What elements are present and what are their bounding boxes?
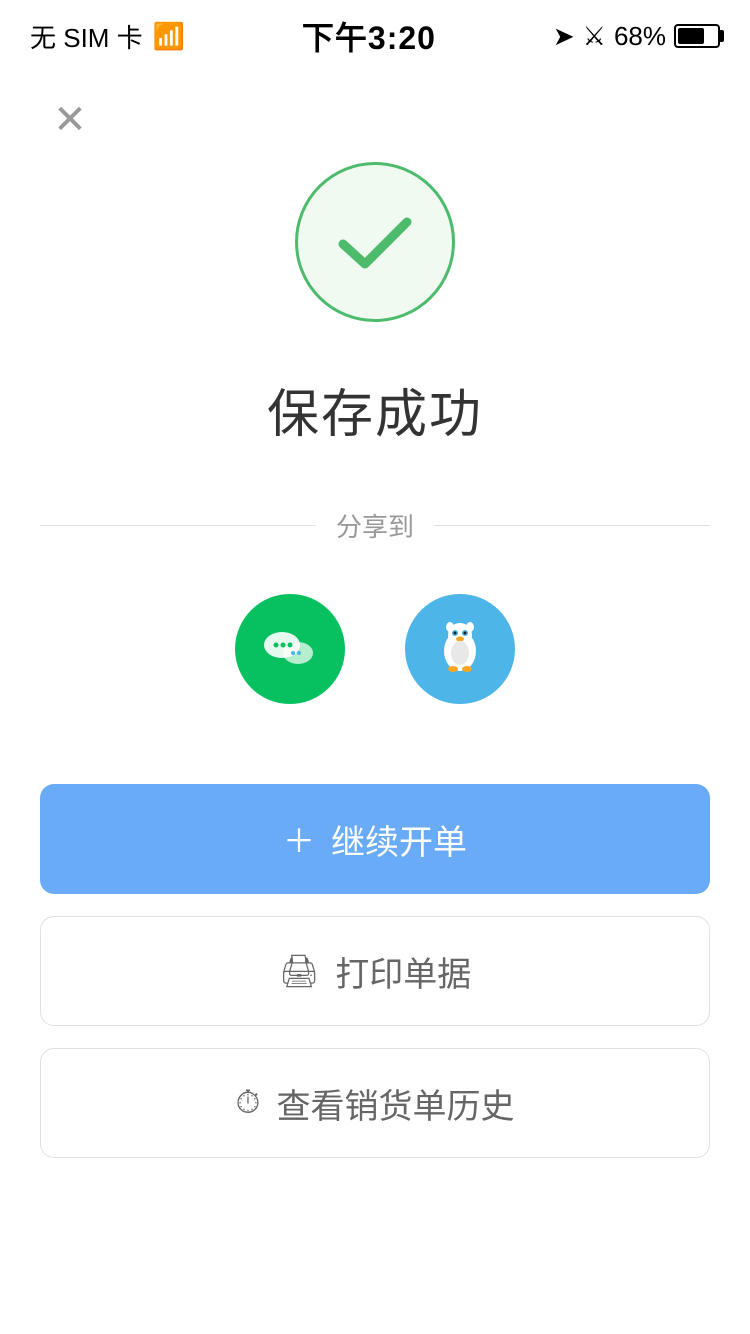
history-label: 查看销货单历史	[276, 1079, 514, 1128]
history-button[interactable]: ⏱ 查看销货单历史	[40, 1048, 710, 1158]
printer-icon: 🖨	[279, 952, 320, 990]
share-divider: 分享到	[40, 507, 710, 544]
print-button[interactable]: 🖨 打印单据	[40, 916, 710, 1026]
continue-order-button[interactable]: ＋ 继续开单	[40, 784, 710, 894]
sim-text: 无 SIM 卡	[30, 18, 143, 55]
wifi-icon: 📶	[153, 21, 185, 52]
wechat-share-button[interactable]	[235, 594, 345, 704]
print-label: 打印单据	[335, 947, 471, 996]
battery-icon	[674, 24, 720, 48]
success-title: 保存成功	[267, 372, 483, 447]
plus-icon: ＋	[283, 816, 315, 862]
share-icons	[235, 594, 515, 704]
close-button[interactable]: ✕	[40, 90, 100, 150]
status-right: ➤ ⚔ 68%	[553, 21, 720, 52]
share-label: 分享到	[336, 507, 414, 544]
status-time: 下午3:20	[302, 13, 436, 59]
continue-order-label: 继续开单	[331, 815, 467, 864]
qq-icon	[428, 617, 492, 681]
divider-line-left	[40, 525, 316, 526]
divider-line-right	[434, 525, 710, 526]
clock-icon: ⏱	[236, 1084, 261, 1122]
location-icon: ➤	[553, 21, 575, 52]
qq-share-button[interactable]	[405, 594, 515, 704]
battery-fill	[678, 28, 704, 44]
main-content: 保存成功 分享到	[0, 72, 750, 1180]
wechat-icon	[258, 617, 322, 681]
close-icon: ✕	[53, 100, 87, 140]
checkmark-icon	[335, 212, 415, 272]
success-circle	[295, 162, 455, 322]
status-left: 无 SIM 卡 📶	[30, 18, 185, 55]
battery-percent: 68%	[614, 21, 666, 52]
alarm-icon: ⚔	[583, 21, 606, 52]
status-bar: 无 SIM 卡 📶 下午3:20 ➤ ⚔ 68%	[0, 0, 750, 72]
